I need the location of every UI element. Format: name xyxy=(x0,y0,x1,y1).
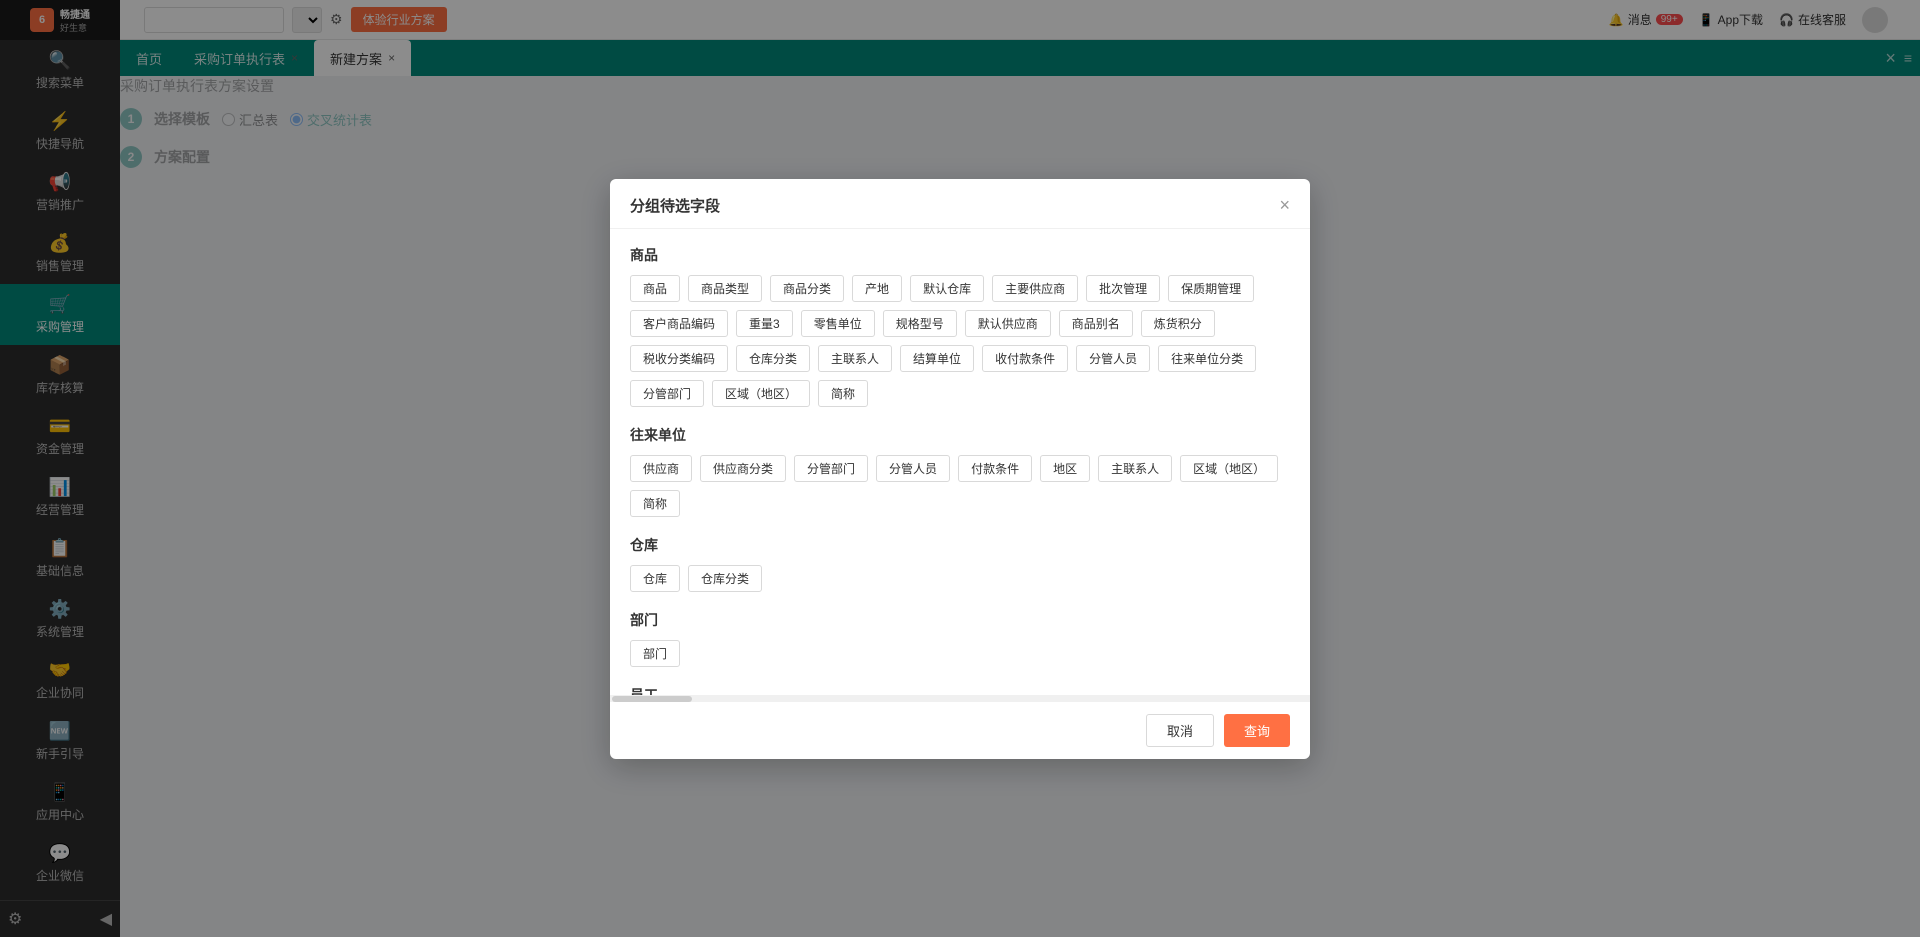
field-tag-goods-9[interactable]: 重量3 xyxy=(736,310,793,337)
modal-header: 分组待选字段 × xyxy=(610,179,1310,229)
field-tag-goods-19[interactable]: 收付款条件 xyxy=(982,345,1068,372)
field-tag-goods-10[interactable]: 零售单位 xyxy=(801,310,875,337)
field-tag-goods-7[interactable]: 保质期管理 xyxy=(1168,275,1254,302)
field-tag-goods-24[interactable]: 简称 xyxy=(818,380,868,407)
field-tag-goods-18[interactable]: 结算单位 xyxy=(900,345,974,372)
field-tag-goods-1[interactable]: 商品类型 xyxy=(688,275,762,302)
section-employee: 员工业务员 xyxy=(630,685,1290,695)
field-tag-counterpart-7[interactable]: 区域（地区） xyxy=(1180,455,1278,482)
field-tag-goods-16[interactable]: 仓库分类 xyxy=(736,345,810,372)
modal-footer: 取消 查询 xyxy=(610,701,1310,759)
field-tag-counterpart-2[interactable]: 分管部门 xyxy=(794,455,868,482)
field-tag-counterpart-0[interactable]: 供应商 xyxy=(630,455,692,482)
field-tags-warehouse: 仓库仓库分类 xyxy=(630,565,1290,592)
field-tag-warehouse-0[interactable]: 仓库 xyxy=(630,565,680,592)
field-tag-goods-11[interactable]: 规格型号 xyxy=(883,310,957,337)
modal-dialog: 分组待选字段 × 商品商品商品类型商品分类产地默认仓库主要供应商批次管理保质期管… xyxy=(610,179,1310,759)
field-tag-goods-12[interactable]: 默认供应商 xyxy=(965,310,1051,337)
field-tag-goods-22[interactable]: 分管部门 xyxy=(630,380,704,407)
field-tag-counterpart-4[interactable]: 付款条件 xyxy=(958,455,1032,482)
field-tag-goods-5[interactable]: 主要供应商 xyxy=(992,275,1078,302)
field-tag-goods-20[interactable]: 分管人员 xyxy=(1076,345,1150,372)
confirm-button[interactable]: 查询 xyxy=(1224,714,1290,747)
field-tag-goods-13[interactable]: 商品别名 xyxy=(1059,310,1133,337)
modal-body: 商品商品商品类型商品分类产地默认仓库主要供应商批次管理保质期管理客户商品编码重量… xyxy=(610,229,1310,695)
field-tag-counterpart-1[interactable]: 供应商分类 xyxy=(700,455,786,482)
section-counterpart: 往来单位供应商供应商分类分管部门分管人员付款条件地区主联系人区域（地区） 简称 xyxy=(630,425,1290,517)
section-title-warehouse: 仓库 xyxy=(630,535,1290,555)
section-title-employee: 员工 xyxy=(630,685,1290,695)
modal-overlay: 分组待选字段 × 商品商品商品类型商品分类产地默认仓库主要供应商批次管理保质期管… xyxy=(0,0,1920,937)
section-department: 部门部门 xyxy=(630,610,1290,667)
section-warehouse: 仓库仓库仓库分类 xyxy=(630,535,1290,592)
section-title-counterpart: 往来单位 xyxy=(630,425,1290,445)
field-tag-counterpart-3[interactable]: 分管人员 xyxy=(876,455,950,482)
field-tag-goods-6[interactable]: 批次管理 xyxy=(1086,275,1160,302)
modal-hscroll[interactable] xyxy=(610,695,1310,701)
section-title-department: 部门 xyxy=(630,610,1290,630)
field-tag-goods-14[interactable]: 炼货积分 xyxy=(1141,310,1215,337)
field-tags-department: 部门 xyxy=(630,640,1290,667)
section-title-goods: 商品 xyxy=(630,245,1290,265)
field-tag-goods-17[interactable]: 主联系人 xyxy=(818,345,892,372)
cancel-button[interactable]: 取消 xyxy=(1146,714,1214,747)
field-tag-goods-15[interactable]: 税收分类编码 xyxy=(630,345,728,372)
field-tag-counterpart-8[interactable]: 简称 xyxy=(630,490,680,517)
field-tag-goods-8[interactable]: 客户商品编码 xyxy=(630,310,728,337)
field-tag-counterpart-5[interactable]: 地区 xyxy=(1040,455,1090,482)
section-goods: 商品商品商品类型商品分类产地默认仓库主要供应商批次管理保质期管理客户商品编码重量… xyxy=(630,245,1290,407)
field-tag-department-0[interactable]: 部门 xyxy=(630,640,680,667)
field-tag-goods-0[interactable]: 商品 xyxy=(630,275,680,302)
hscroll-thumb xyxy=(612,696,692,702)
field-tag-counterpart-6[interactable]: 主联系人 xyxy=(1098,455,1172,482)
field-tag-warehouse-1[interactable]: 仓库分类 xyxy=(688,565,762,592)
modal-close-button[interactable]: × xyxy=(1279,195,1290,216)
modal-title: 分组待选字段 xyxy=(630,195,720,216)
field-tag-goods-21[interactable]: 往来单位分类 xyxy=(1158,345,1256,372)
field-tag-goods-2[interactable]: 商品分类 xyxy=(770,275,844,302)
field-tags-counterpart: 供应商供应商分类分管部门分管人员付款条件地区主联系人区域（地区） 简称 xyxy=(630,455,1290,517)
field-tag-goods-4[interactable]: 默认仓库 xyxy=(910,275,984,302)
field-tag-goods-3[interactable]: 产地 xyxy=(852,275,902,302)
field-tags-goods: 商品商品类型商品分类产地默认仓库主要供应商批次管理保质期管理客户商品编码重量3 零… xyxy=(630,275,1290,407)
field-tag-goods-23[interactable]: 区域（地区） xyxy=(712,380,810,407)
